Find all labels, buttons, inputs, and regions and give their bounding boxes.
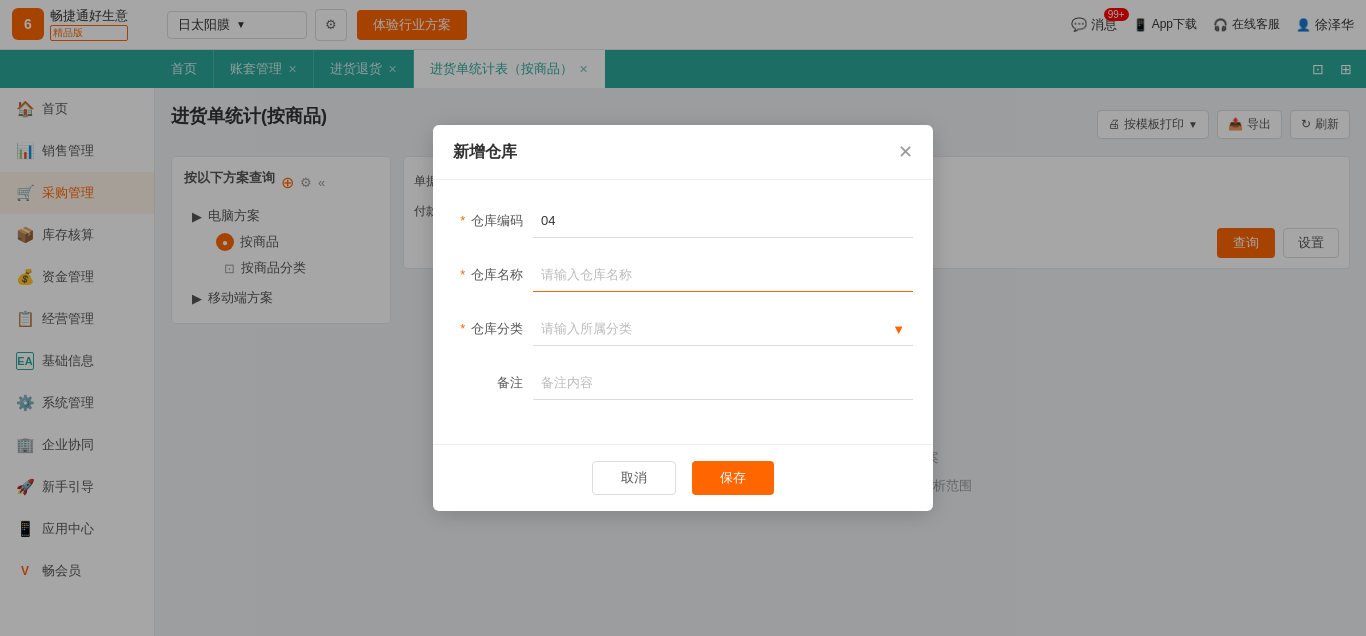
code-input[interactable] — [533, 204, 913, 238]
note-label: 备注 — [453, 374, 533, 392]
form-row-category: * 仓库分类 ▼ 请输入所属分类 — [453, 312, 913, 346]
note-input[interactable] — [533, 366, 913, 400]
category-select[interactable] — [533, 312, 913, 346]
modal-title: 新增仓库 — [453, 142, 517, 163]
save-button[interactable]: 保存 — [692, 461, 774, 495]
code-label: * 仓库编码 — [453, 212, 533, 230]
add-warehouse-modal: 新增仓库 ✕ * 仓库编码 * 仓库名称 — [433, 125, 933, 511]
category-select-wrap: ▼ 请输入所属分类 — [533, 312, 913, 346]
name-input[interactable] — [533, 258, 913, 292]
form-row-code: * 仓库编码 — [453, 204, 913, 238]
name-label: * 仓库名称 — [453, 266, 533, 284]
modal-backdrop[interactable]: 新增仓库 ✕ * 仓库编码 * 仓库名称 — [0, 0, 1366, 636]
category-label: * 仓库分类 — [453, 320, 533, 338]
form-row-note: 备注 — [453, 366, 913, 400]
modal-header: 新增仓库 ✕ — [433, 125, 933, 180]
modal-close-icon[interactable]: ✕ — [898, 141, 913, 163]
cancel-button[interactable]: 取消 — [592, 461, 676, 495]
form-row-name: * 仓库名称 — [453, 258, 913, 292]
modal-body: * 仓库编码 * 仓库名称 * 仓库分类 — [433, 180, 933, 444]
modal-footer: 取消 保存 — [433, 444, 933, 511]
